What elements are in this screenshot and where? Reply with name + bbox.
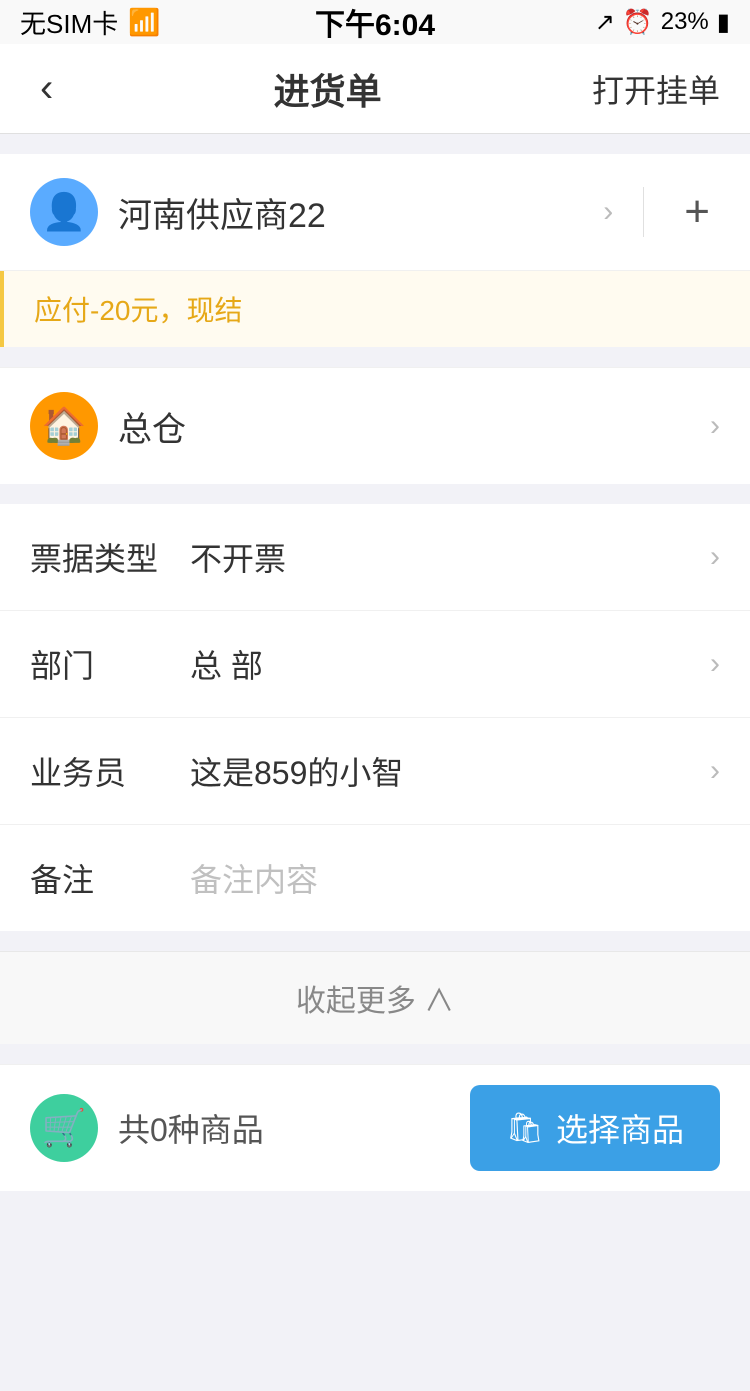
remark-input[interactable]: 备注内容 (190, 855, 720, 901)
warehouse-chevron-icon: › (710, 409, 720, 443)
select-product-label: 选择商品 (556, 1105, 684, 1151)
page-title: 进货单 (274, 63, 382, 115)
collapse-toggle[interactable]: 收起更多 ∧ (0, 951, 750, 1044)
remark-label: 备注 (30, 855, 190, 901)
remark-row[interactable]: 备注 备注内容 (0, 825, 750, 931)
gray-background (0, 1191, 750, 1391)
select-product-icon: 🛍 (506, 1111, 544, 1146)
supplier-chevron-icon: › (603, 195, 613, 229)
salesperson-chevron-icon: › (710, 754, 720, 788)
notice-banner: 应付-20元，现结 (0, 271, 750, 347)
invoice-chevron-icon: › (710, 540, 720, 574)
collapse-label: 收起更多 ∧ (296, 976, 454, 1020)
warehouse-name: 总仓 (118, 402, 710, 451)
invoice-value: 不开票 (190, 534, 710, 580)
location-icon: ↗ (595, 8, 615, 37)
supplier-avatar: 👤 (30, 178, 98, 246)
warehouse-icon: 🏠 (42, 405, 87, 447)
form-section: 票据类型 不开票 › 部门 总 部 › 业务员 这是859的小智 › 备注 备注… (0, 504, 750, 931)
supplier-card: 👤 河南供应商22 › + 应付-20元，现结 (0, 154, 750, 347)
select-product-button[interactable]: 🛍 选择商品 (470, 1085, 720, 1171)
warehouse-card: 🏠 总仓 › (0, 367, 750, 484)
carrier-text: 无SIM卡 (20, 4, 118, 41)
top-divider (0, 134, 750, 154)
salesperson-value: 这是859的小智 (190, 748, 710, 794)
dept-row[interactable]: 部门 总 部 › (0, 611, 750, 718)
avatar-icon: 👤 (42, 191, 87, 233)
product-count-label: 共0种商品 (118, 1105, 470, 1151)
supplier-separator (643, 187, 644, 237)
battery-percent: 23% (661, 8, 709, 36)
warehouse-row[interactable]: 🏠 总仓 › (0, 367, 750, 484)
product-count-icon-wrap: 🛒 (30, 1094, 98, 1162)
dept-value: 总 部 (190, 641, 710, 687)
dept-label: 部门 (30, 641, 190, 687)
bottom-bar: 🛒 共0种商品 🛍 选择商品 (0, 1064, 750, 1191)
status-time: 下午6:04 (315, 0, 435, 44)
invoice-label: 票据类型 (30, 534, 190, 580)
salesperson-label: 业务员 (30, 748, 190, 794)
wifi-icon: 📶 (128, 7, 160, 38)
salesperson-row[interactable]: 业务员 这是859的小智 › (0, 718, 750, 825)
status-indicators: ↗ ⏰ 23% ▮ (595, 8, 730, 37)
dept-chevron-icon: › (710, 647, 720, 681)
warehouse-icon-wrap: 🏠 (30, 392, 98, 460)
product-icon: 🛒 (42, 1107, 87, 1149)
supplier-name: 河南供应商22 (118, 188, 603, 237)
battery-icon: ▮ (717, 8, 730, 37)
divider-1 (0, 347, 750, 367)
invoice-row[interactable]: 票据类型 不开票 › (0, 504, 750, 611)
supplier-row[interactable]: 👤 河南供应商22 › + (0, 154, 750, 271)
notice-text: 应付-20元，现结 (34, 295, 242, 326)
status-carrier: 无SIM卡 📶 (20, 4, 161, 41)
nav-bar: ‹ 进货单 打开挂单 (0, 44, 750, 134)
status-bar: 无SIM卡 📶 下午6:04 ↗ ⏰ 23% ▮ (0, 0, 750, 44)
back-button[interactable]: ‹ (30, 56, 63, 121)
alarm-icon: ⏰ (623, 8, 653, 37)
open-pending-button[interactable]: 打开挂单 (592, 66, 720, 112)
add-supplier-button[interactable]: + (674, 187, 720, 237)
